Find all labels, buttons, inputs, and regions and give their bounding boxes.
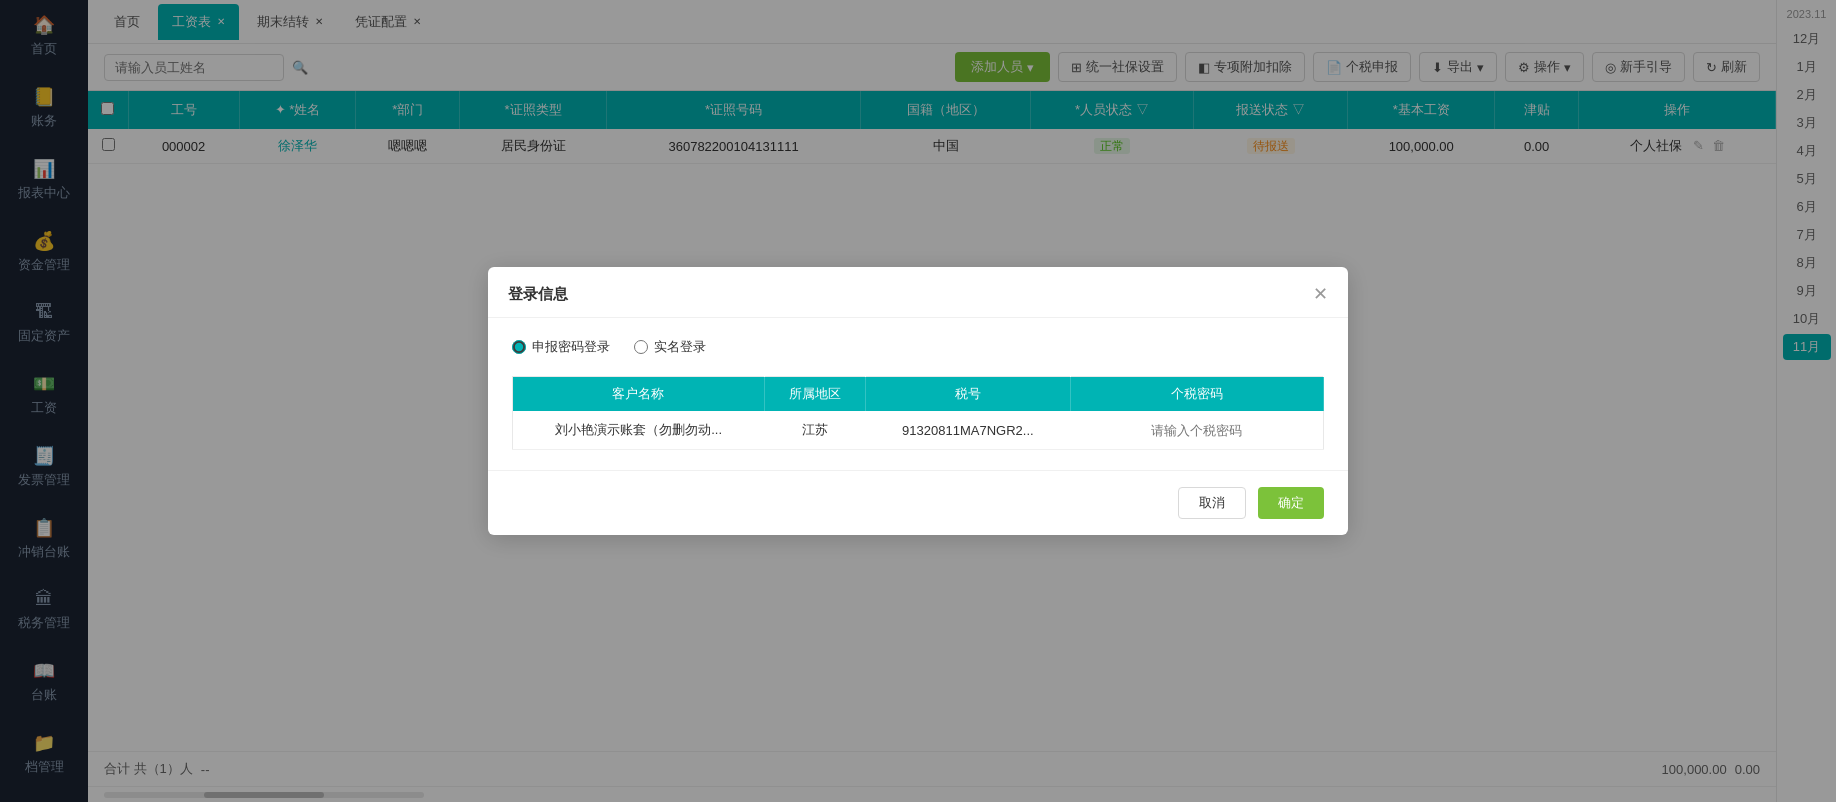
radio-password-input[interactable] <box>512 340 526 354</box>
inner-cell-region: 江苏 <box>764 411 865 450</box>
client-table: 客户名称 所属地区 税号 个税密码 刘小艳演示账套（勿删勿动... 江苏 913… <box>512 376 1324 450</box>
radio-password-label: 申报密码登录 <box>532 338 610 356</box>
radio-realname-input[interactable] <box>634 340 648 354</box>
inner-col-region: 所属地区 <box>764 377 865 412</box>
inner-col-client-name: 客户名称 <box>513 377 765 412</box>
radio-password-login[interactable]: 申报密码登录 <box>512 338 610 356</box>
inner-col-password: 个税密码 <box>1070 377 1323 412</box>
dialog-footer: 取消 确定 <box>488 470 1348 535</box>
dialog-body: 申报密码登录 实名登录 客户名称 所属地区 税号 个税密码 <box>488 318 1348 470</box>
login-info-dialog: 登录信息 ✕ 申报密码登录 实名登录 客户名称 所属地区 <box>488 267 1348 535</box>
dialog-title: 登录信息 <box>508 285 568 304</box>
dialog-overlay[interactable]: 登录信息 ✕ 申报密码登录 实名登录 客户名称 所属地区 <box>0 0 1836 802</box>
login-type-radio-group: 申报密码登录 实名登录 <box>512 338 1324 356</box>
inner-table-row: 刘小艳演示账套（勿删勿动... 江苏 91320811MA7NGR2... <box>513 411 1324 450</box>
dialog-close-button[interactable]: ✕ <box>1313 283 1328 305</box>
cancel-button[interactable]: 取消 <box>1178 487 1246 519</box>
confirm-button[interactable]: 确定 <box>1258 487 1324 519</box>
inner-col-tax-no: 税号 <box>866 377 1071 412</box>
radio-realname-login[interactable]: 实名登录 <box>634 338 706 356</box>
dialog-header: 登录信息 ✕ <box>488 267 1348 318</box>
radio-realname-label: 实名登录 <box>654 338 706 356</box>
inner-cell-tax-no: 91320811MA7NGR2... <box>866 411 1071 450</box>
inner-cell-client-name: 刘小艳演示账套（勿删勿动... <box>513 411 765 450</box>
password-input[interactable] <box>1082 423 1311 438</box>
inner-cell-password[interactable] <box>1070 411 1323 450</box>
